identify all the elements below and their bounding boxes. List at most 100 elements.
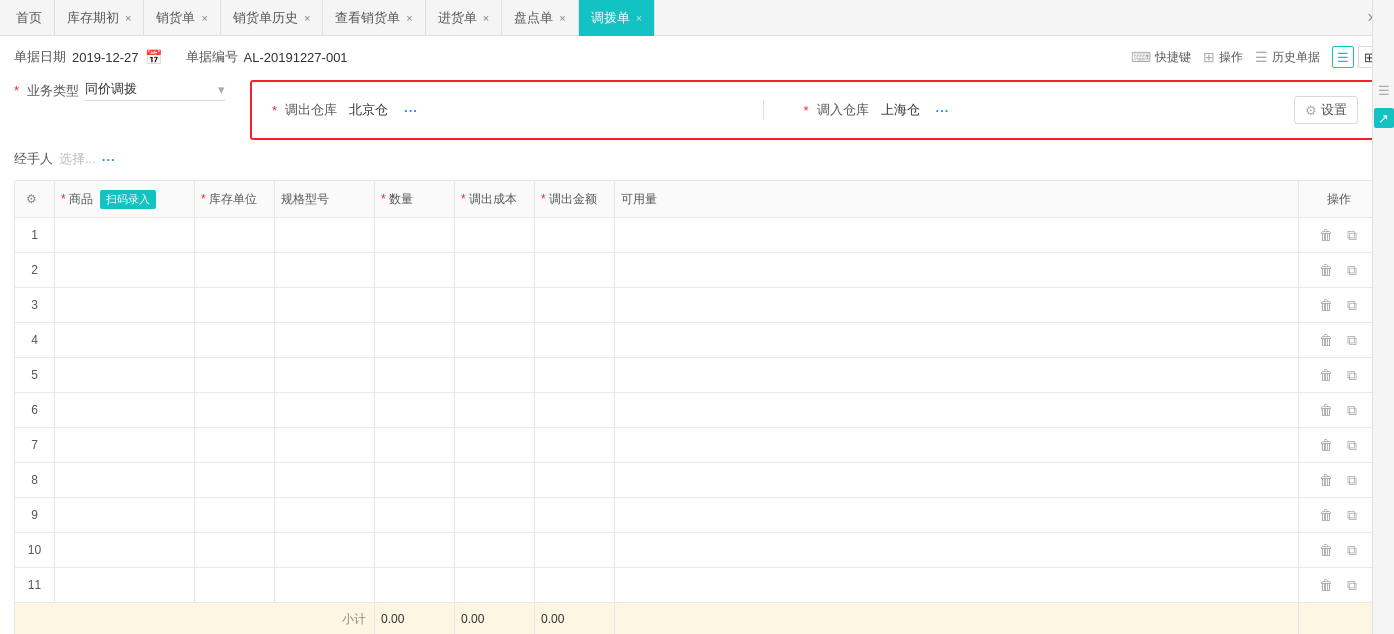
copy-icon-7[interactable]: ⧉: [1342, 435, 1362, 455]
tab-inventory-init-close[interactable]: ×: [125, 12, 131, 24]
history-label: 历史单据: [1272, 49, 1320, 66]
sidebar-export-icon[interactable]: ↗: [1374, 108, 1394, 128]
settings-button[interactable]: ⚙ 设置: [1294, 96, 1358, 124]
th-qty-label: 数量: [389, 191, 413, 208]
copy-icon-8[interactable]: ⧉: [1342, 470, 1362, 490]
tab-home[interactable]: 首页: [8, 0, 55, 36]
copy-icon-1[interactable]: ⧉: [1342, 225, 1362, 245]
row-qty-4: [375, 323, 455, 357]
row-num-2: 2: [15, 253, 55, 287]
row-cost-11: [455, 568, 535, 602]
th-ops-label: 操作: [1327, 191, 1351, 208]
shortcuts-label: 快捷键: [1155, 49, 1191, 66]
in-warehouse-label: 调入仓库: [817, 101, 869, 119]
person-placeholder[interactable]: 选择...: [59, 150, 96, 168]
table-gear-button[interactable]: ⚙: [21, 189, 41, 209]
row-ops-9: 🗑 ⧉: [1299, 498, 1379, 532]
tab-sales-order-close[interactable]: ×: [201, 12, 207, 24]
dropdown-arrow-icon: ▾: [218, 82, 225, 97]
row-available-1: [615, 218, 1299, 252]
tab-purchase-label: 进货单: [438, 9, 477, 27]
copy-icon-10[interactable]: ⧉: [1342, 540, 1362, 560]
copy-icon-11[interactable]: ⧉: [1342, 575, 1362, 595]
person-more[interactable]: ···: [102, 152, 116, 167]
copy-icon-9[interactable]: ⧉: [1342, 505, 1362, 525]
tab-view-sales[interactable]: 查看销货单 ×: [323, 0, 425, 36]
out-warehouse-value: 北京仓: [349, 101, 388, 119]
row-product-7[interactable]: [55, 428, 195, 462]
shortcuts-button[interactable]: ⌨ 快捷键: [1131, 49, 1191, 66]
row-qty-10: [375, 533, 455, 567]
tab-inventory-check-close[interactable]: ×: [559, 12, 565, 24]
row-product-3[interactable]: [55, 288, 195, 322]
biz-type-select[interactable]: 同价调拨 ▾: [85, 80, 225, 101]
subtotal-ops: [1299, 603, 1379, 634]
th-product-required: *: [61, 192, 66, 206]
row-product-9[interactable]: [55, 498, 195, 532]
items-table: ⚙ * 商品 扫码录入 * 库存单位 规格型号 *: [14, 180, 1380, 634]
table-header: ⚙ * 商品 扫码录入 * 库存单位 规格型号 *: [15, 181, 1379, 218]
row-num-6: 6: [15, 393, 55, 427]
doc-no-field: 单据编号 AL-20191227-001: [186, 48, 348, 66]
operations-button[interactable]: ⊞ 操作: [1203, 49, 1243, 66]
row-amount-2: [535, 253, 615, 287]
delete-icon-1[interactable]: 🗑: [1316, 225, 1336, 245]
delete-icon-6[interactable]: 🗑: [1316, 400, 1336, 420]
tab-inventory-init[interactable]: 库存期初 ×: [55, 0, 144, 36]
tab-sales-history-close[interactable]: ×: [304, 12, 310, 24]
history-button[interactable]: ☰ 历史单据: [1255, 49, 1320, 66]
row-available-2: [615, 253, 1299, 287]
copy-icon-5[interactable]: ⧉: [1342, 365, 1362, 385]
row-product-4[interactable]: [55, 323, 195, 357]
copy-icon-3[interactable]: ⧉: [1342, 295, 1362, 315]
calendar-icon[interactable]: 📅: [145, 49, 162, 65]
delete-icon-8[interactable]: 🗑: [1316, 470, 1336, 490]
delete-icon-10[interactable]: 🗑: [1316, 540, 1336, 560]
row-cost-7: [455, 428, 535, 462]
layout-list-icon[interactable]: ☰: [1332, 46, 1354, 68]
th-available: 可用量: [615, 181, 1299, 217]
delete-icon-5[interactable]: 🗑: [1316, 365, 1336, 385]
row-product-5[interactable]: [55, 358, 195, 392]
copy-icon-2[interactable]: ⧉: [1342, 260, 1362, 280]
out-warehouse-more[interactable]: ···: [404, 103, 418, 118]
row-product-11[interactable]: [55, 568, 195, 602]
person-row: 经手人 选择... ···: [14, 150, 1380, 168]
copy-icon-6[interactable]: ⧉: [1342, 400, 1362, 420]
tab-purchase[interactable]: 进货单 ×: [426, 0, 502, 36]
delete-icon-7[interactable]: 🗑: [1316, 435, 1336, 455]
table-row: 10 🗑 ⧉: [15, 533, 1379, 568]
row-unit-2: [195, 253, 275, 287]
delete-icon-3[interactable]: 🗑: [1316, 295, 1336, 315]
in-warehouse-more[interactable]: ···: [936, 103, 950, 118]
row-product-6[interactable]: [55, 393, 195, 427]
tab-view-sales-close[interactable]: ×: [406, 12, 412, 24]
row-product-10[interactable]: [55, 533, 195, 567]
th-unit-label: 库存单位: [209, 191, 257, 208]
row-product-2[interactable]: [55, 253, 195, 287]
delete-icon-4[interactable]: 🗑: [1316, 330, 1336, 350]
th-spec: 规格型号: [275, 181, 375, 217]
row-available-8: [615, 463, 1299, 497]
tab-transfer[interactable]: 调拨单 ×: [579, 0, 655, 36]
th-unit-required: *: [201, 192, 206, 206]
copy-icon-4[interactable]: ⧉: [1342, 330, 1362, 350]
row-product-1[interactable]: [55, 218, 195, 252]
row-amount-9: [535, 498, 615, 532]
tab-inventory-check[interactable]: 盘点单 ×: [502, 0, 578, 36]
row-product-8[interactable]: [55, 463, 195, 497]
delete-icon-11[interactable]: 🗑: [1316, 575, 1336, 595]
tab-transfer-close[interactable]: ×: [636, 12, 642, 24]
tab-sales-history[interactable]: 销货单历史 ×: [221, 0, 323, 36]
row-ops-1: 🗑 ⧉: [1299, 218, 1379, 252]
delete-icon-2[interactable]: 🗑: [1316, 260, 1336, 280]
sidebar-list-icon[interactable]: ☰: [1374, 80, 1394, 100]
table-row: 1 🗑 ⧉: [15, 218, 1379, 253]
tab-purchase-close[interactable]: ×: [483, 12, 489, 24]
tab-sales-order[interactable]: 销货单 ×: [144, 0, 220, 36]
scan-button[interactable]: 扫码录入: [100, 190, 156, 209]
in-warehouse-field: * 调入仓库 上海仓 ···: [804, 101, 1255, 119]
row-ops-5: 🗑 ⧉: [1299, 358, 1379, 392]
delete-icon-9[interactable]: 🗑: [1316, 505, 1336, 525]
row-unit-1: [195, 218, 275, 252]
